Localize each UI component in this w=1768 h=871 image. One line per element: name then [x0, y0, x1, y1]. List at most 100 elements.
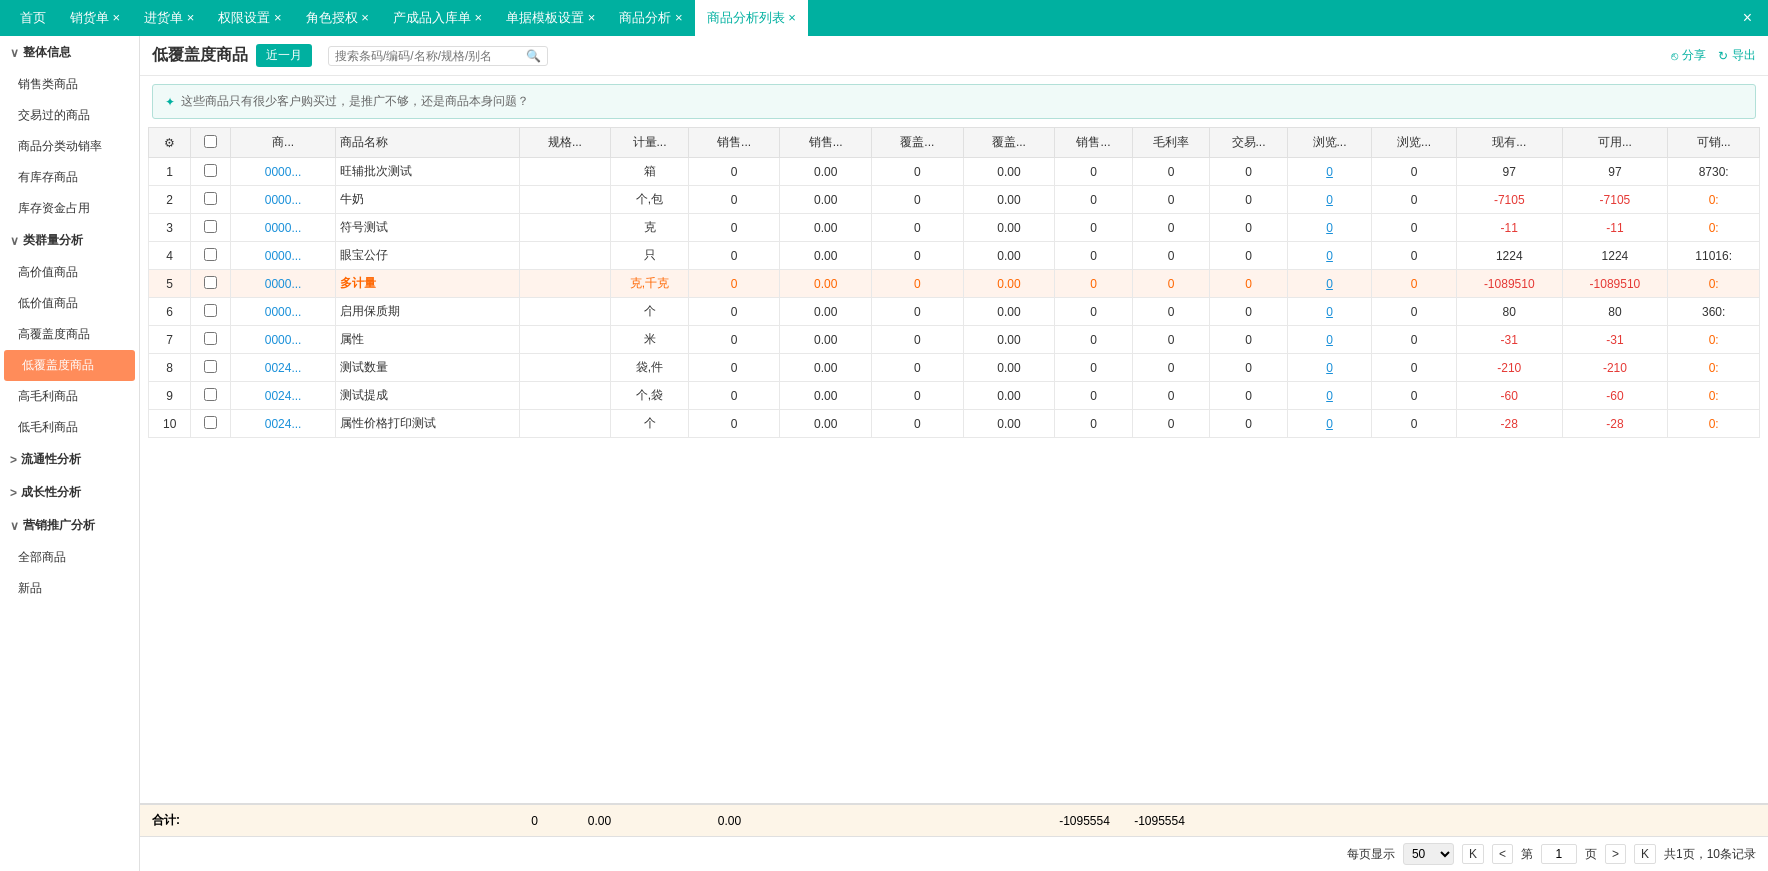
sidebar-section-growth[interactable]: > 成长性分析: [0, 476, 139, 509]
row-checkbox-cell[interactable]: [191, 382, 230, 410]
share-button[interactable]: ⎋ 分享: [1671, 47, 1706, 64]
nav-permissions[interactable]: 权限设置 ×: [206, 0, 293, 36]
share-icon: ⎋: [1671, 49, 1678, 63]
row-checkbox[interactable]: [204, 332, 217, 345]
row-checkbox[interactable]: [204, 164, 217, 177]
row-browse1[interactable]: 0: [1287, 214, 1372, 242]
th-checkbox[interactable]: [191, 128, 230, 158]
sidebar-section-overall[interactable]: ∨ 整体信息: [0, 36, 139, 69]
prev-page-button[interactable]: <: [1492, 844, 1513, 864]
row-browse2: 0: [1372, 298, 1457, 326]
nav-sales[interactable]: 销货单 ×: [58, 0, 132, 36]
sidebar-item-all-products[interactable]: 全部商品: [0, 542, 139, 573]
row-checkbox[interactable]: [204, 248, 217, 261]
row-browse1[interactable]: 0: [1287, 410, 1372, 438]
sidebar-item-stock-products[interactable]: 有库存商品: [0, 162, 139, 193]
row-sales3: 0: [1055, 242, 1133, 270]
row-checkbox[interactable]: [204, 360, 217, 373]
sidebar-item-high-value[interactable]: 高价值商品: [0, 257, 139, 288]
sidebar: ∨ 整体信息 销售类商品 交易过的商品 商品分类动销率 有库存商品 库存资金占用…: [0, 36, 140, 871]
sidebar-item-new-products[interactable]: 新品: [0, 573, 139, 604]
row-checkbox[interactable]: [204, 388, 217, 401]
sidebar-collapse-button[interactable]: «: [139, 436, 140, 472]
row-transaction: 0: [1210, 298, 1288, 326]
row-checkbox-cell[interactable]: [191, 410, 230, 438]
nav-template[interactable]: 单据模板设置 ×: [494, 0, 607, 36]
last-page-button[interactable]: K: [1634, 844, 1656, 864]
row-checkbox[interactable]: [204, 304, 217, 317]
sidebar-item-high-margin[interactable]: 高毛利商品: [0, 381, 139, 412]
row-browse1[interactable]: 0: [1287, 158, 1372, 186]
export-button[interactable]: ↻ 导出: [1718, 47, 1756, 64]
next-page-button[interactable]: >: [1605, 844, 1626, 864]
sidebar-item-high-coverage[interactable]: 高覆盖度商品: [0, 319, 139, 350]
table-container[interactable]: ⚙ 商... 商品名称 规格... 计量... 销售... 销售... 覆盖..…: [140, 127, 1768, 803]
row-checkbox-cell[interactable]: [191, 326, 230, 354]
select-all-checkbox[interactable]: [204, 135, 217, 148]
row-code: 0024...: [230, 354, 336, 382]
row-checkbox-cell[interactable]: [191, 242, 230, 270]
row-checkbox[interactable]: [204, 220, 217, 233]
page-number-input[interactable]: [1541, 844, 1577, 864]
nav-product-analysis-list[interactable]: 商品分析列表 ×: [695, 0, 808, 36]
row-name: 牛奶: [336, 186, 519, 214]
nav-product-analysis[interactable]: 商品分析 ×: [607, 0, 694, 36]
sidebar-item-low-value[interactable]: 低价值商品: [0, 288, 139, 319]
sidebar-item-traded-products[interactable]: 交易过的商品: [0, 100, 139, 131]
row-browse1[interactable]: 0: [1287, 354, 1372, 382]
row-browse1[interactable]: 0: [1287, 242, 1372, 270]
arrow-icon-4: >: [10, 486, 17, 500]
total-info: 共1页，10条记录: [1664, 846, 1756, 863]
period-button[interactable]: 近一月: [256, 44, 312, 67]
sidebar-item-low-coverage[interactable]: 低覆盖度商品: [4, 350, 135, 381]
sidebar-section-cluster[interactable]: ∨ 类群量分析: [0, 224, 139, 257]
nav-purchase[interactable]: 进货单 ×: [132, 0, 206, 36]
nav-product-entry[interactable]: 产成品入库单 ×: [381, 0, 494, 36]
row-checkbox-cell[interactable]: [191, 354, 230, 382]
export-label: 导出: [1732, 47, 1756, 64]
sidebar-item-category-rate[interactable]: 商品分类动销率: [0, 131, 139, 162]
sidebar-section-circulation[interactable]: > 流通性分析: [0, 443, 139, 476]
row-name: 符号测试: [336, 214, 519, 242]
row-browse2: 0: [1372, 270, 1457, 298]
page-label-pre: 第: [1521, 846, 1533, 863]
total-sales-amount: 0.00: [567, 814, 632, 828]
row-sales3: 0: [1055, 326, 1133, 354]
row-checkbox[interactable]: [204, 192, 217, 205]
th-settings[interactable]: ⚙: [149, 128, 191, 158]
row-cover2: 0.00: [963, 298, 1055, 326]
nav-role-auth[interactable]: 角色授权 ×: [294, 0, 381, 36]
search-input[interactable]: [335, 49, 522, 63]
sidebar-section-growth-label: 成长性分析: [21, 484, 81, 501]
sidebar-item-sales-products[interactable]: 销售类商品: [0, 69, 139, 100]
row-checkbox[interactable]: [204, 276, 217, 289]
row-checkbox-cell[interactable]: [191, 186, 230, 214]
row-browse1[interactable]: 0: [1287, 382, 1372, 410]
arrow-icon: ∨: [10, 46, 19, 60]
sidebar-item-low-margin[interactable]: 低毛利商品: [0, 412, 139, 443]
row-browse1[interactable]: 0: [1287, 326, 1372, 354]
row-available-stock: -28: [1562, 410, 1668, 438]
page-size-select[interactable]: 50 10 20 100: [1403, 843, 1454, 865]
row-saleable: 0:: [1668, 270, 1760, 298]
close-window-button[interactable]: ×: [1735, 9, 1760, 27]
row-browse1[interactable]: 0: [1287, 298, 1372, 326]
row-checkbox-cell[interactable]: [191, 214, 230, 242]
sidebar-item-capital-occupy[interactable]: 库存资金占用: [0, 193, 139, 224]
product-table: ⚙ 商... 商品名称 规格... 计量... 销售... 销售... 覆盖..…: [148, 127, 1760, 438]
nav-home[interactable]: 首页: [8, 0, 58, 36]
row-checkbox-cell[interactable]: [191, 158, 230, 186]
row-browse2: 0: [1372, 214, 1457, 242]
row-checkbox[interactable]: [204, 416, 217, 429]
row-code: 0000...: [230, 270, 336, 298]
sidebar-section-marketing[interactable]: ∨ 营销推广分析: [0, 509, 139, 542]
row-browse1[interactable]: 0: [1287, 270, 1372, 298]
search-icon[interactable]: 🔍: [526, 49, 541, 63]
row-gross-rate: 0: [1132, 214, 1210, 242]
row-browse1[interactable]: 0: [1287, 186, 1372, 214]
row-checkbox-cell[interactable]: [191, 270, 230, 298]
th-unit: 计量...: [611, 128, 689, 158]
row-code: 0000...: [230, 242, 336, 270]
row-checkbox-cell[interactable]: [191, 298, 230, 326]
first-page-button[interactable]: K: [1462, 844, 1484, 864]
